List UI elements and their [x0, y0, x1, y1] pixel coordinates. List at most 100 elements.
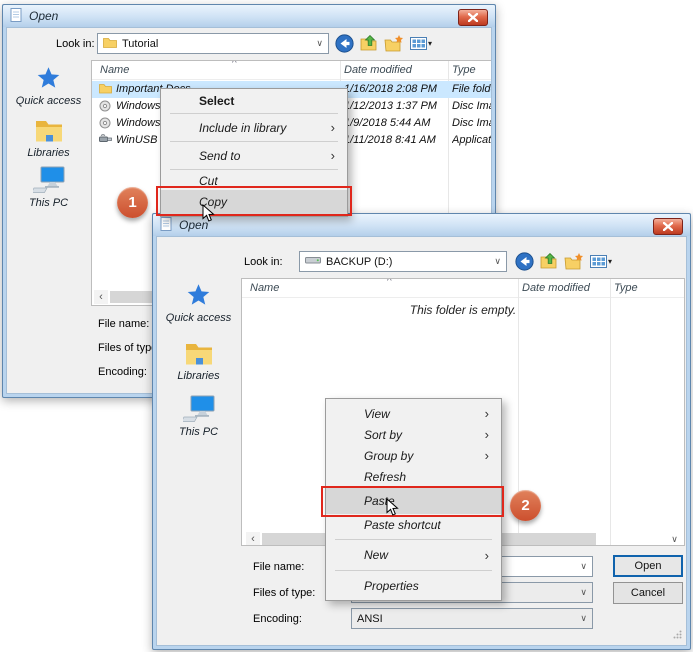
drive-icon: [305, 255, 321, 268]
disc-image-icon: [99, 117, 111, 132]
chevron-down-icon: ∨: [580, 613, 587, 624]
column-header-date[interactable]: Date modified: [344, 64, 412, 76]
menu-item-send-to[interactable]: Send to ›: [161, 144, 347, 167]
menu-item-view[interactable]: View ›: [326, 403, 501, 424]
toolbar-2: ▾: [515, 252, 612, 271]
application-icon: [99, 134, 112, 147]
encoding-value: ANSI: [357, 613, 575, 625]
sort-ascending-icon: ^: [232, 60, 237, 69]
scroll-left-icon[interactable]: ‹: [94, 290, 108, 304]
menu-item-include-in-library[interactable]: Include in library ›: [161, 116, 347, 139]
menu-item-properties[interactable]: Properties: [326, 575, 501, 596]
back-icon: [335, 34, 354, 53]
encoding-combobox[interactable]: ANSI ∨: [351, 608, 593, 629]
new-folder-icon: [384, 35, 404, 52]
sidebar-item-this-pc[interactable]: This PC: [159, 393, 238, 438]
menu-item-paste-shortcut[interactable]: Paste shortcut: [326, 514, 501, 535]
view-menu-button[interactable]: ▾: [590, 254, 612, 269]
this-pc-icon: [9, 164, 88, 194]
close-button[interactable]: [458, 9, 488, 26]
toolbar-1: ▾: [335, 34, 432, 53]
back-icon: [515, 252, 534, 271]
folder-icon: [99, 83, 112, 97]
view-menu-button[interactable]: ▾: [410, 36, 432, 51]
libraries-icon: [9, 114, 88, 144]
back-button[interactable]: [515, 252, 534, 271]
submenu-arrow-icon: ›: [485, 448, 489, 463]
sidebar-item-libraries[interactable]: Libraries: [9, 114, 88, 159]
header-divider: [92, 79, 492, 80]
scroll-left-icon[interactable]: ‹: [246, 532, 260, 546]
scroll-down-icon[interactable]: ∨: [667, 532, 682, 546]
cancel-button[interactable]: Cancel: [613, 582, 683, 604]
sort-ascending-icon: ^: [387, 278, 392, 287]
column-header-date[interactable]: Date modified: [522, 282, 590, 294]
menu-item-new[interactable]: New ›: [326, 544, 501, 566]
encoding-label: Encoding:: [98, 366, 147, 378]
submenu-arrow-icon: ›: [331, 148, 335, 163]
back-button[interactable]: [335, 34, 354, 53]
menu-item-group-by[interactable]: Group by ›: [326, 445, 501, 466]
chevron-down-icon: ∨: [580, 587, 587, 598]
window-title: Open: [29, 9, 58, 23]
resize-grip[interactable]: [673, 630, 682, 642]
menu-separator: [170, 141, 338, 142]
menu-separator: [170, 169, 338, 170]
empty-folder-message: This folder is empty.: [242, 303, 684, 317]
menu-separator: [170, 113, 338, 114]
look-in-combobox[interactable]: BACKUP (D:) ∨: [299, 251, 507, 272]
document-icon: [10, 8, 22, 25]
files-of-type-label: Files of type:: [98, 342, 160, 354]
highlight-box-copy: [156, 186, 352, 216]
file-name-label: File name:: [253, 561, 304, 573]
header-divider: [242, 297, 684, 298]
caret-down-icon: ▾: [608, 257, 612, 266]
column-header-type[interactable]: Type: [614, 282, 638, 294]
column-separator: [610, 279, 611, 545]
new-folder-icon: [564, 253, 584, 270]
menu-item-sort-by[interactable]: Sort by ›: [326, 424, 501, 445]
step-badge-1: 1: [117, 187, 148, 218]
close-icon: [663, 222, 673, 231]
quick-access-icon: [9, 62, 88, 92]
sidebar-item-quick-access[interactable]: Quick access: [159, 279, 238, 324]
menu-separator: [335, 539, 492, 540]
look-in-value: Tutorial: [122, 38, 311, 50]
new-folder-button[interactable]: [384, 35, 404, 52]
encoding-label: Encoding:: [253, 613, 302, 625]
up-folder-icon: [540, 253, 558, 270]
column-header-type[interactable]: Type: [452, 64, 476, 76]
menu-separator: [335, 570, 492, 571]
menu-item-refresh[interactable]: Refresh: [326, 466, 501, 487]
step-badge-2: 2: [510, 490, 541, 521]
this-pc-icon: [159, 393, 238, 423]
sidebar-item-libraries[interactable]: Libraries: [159, 337, 238, 382]
titlebar-2[interactable]: Open: [153, 214, 690, 236]
sidebar-item-quick-access[interactable]: Quick access: [9, 62, 88, 107]
chevron-down-icon: ∨: [494, 256, 501, 267]
column-header-name[interactable]: Name: [250, 282, 279, 294]
column-header-name[interactable]: Name: [100, 64, 129, 76]
look-in-label: Look in:: [56, 38, 95, 50]
up-folder-button[interactable]: [360, 35, 378, 52]
quick-access-icon: [159, 279, 238, 309]
sidebar-item-this-pc[interactable]: This PC: [9, 164, 88, 209]
mouse-cursor: [386, 498, 399, 520]
up-folder-button[interactable]: [540, 253, 558, 270]
submenu-arrow-icon: ›: [485, 406, 489, 421]
view-menu-icon: [590, 254, 607, 269]
close-icon: [468, 13, 478, 22]
look-in-value: BACKUP (D:): [326, 256, 489, 268]
close-button[interactable]: [653, 218, 683, 235]
files-of-type-label: Files of type:: [253, 587, 315, 599]
caret-down-icon: ▾: [428, 39, 432, 48]
new-folder-button[interactable]: [564, 253, 584, 270]
screenshot-root: Open Look in: Tutorial ∨: [0, 0, 693, 652]
titlebar-1[interactable]: Open: [3, 5, 495, 27]
disc-image-icon: [99, 100, 111, 115]
menu-item-select[interactable]: Select: [161, 91, 347, 111]
open-button[interactable]: Open: [613, 555, 683, 577]
file-name-label: File name:: [98, 318, 149, 330]
look-in-combobox[interactable]: Tutorial ∨: [97, 33, 329, 54]
chevron-down-icon: ∨: [316, 38, 323, 49]
